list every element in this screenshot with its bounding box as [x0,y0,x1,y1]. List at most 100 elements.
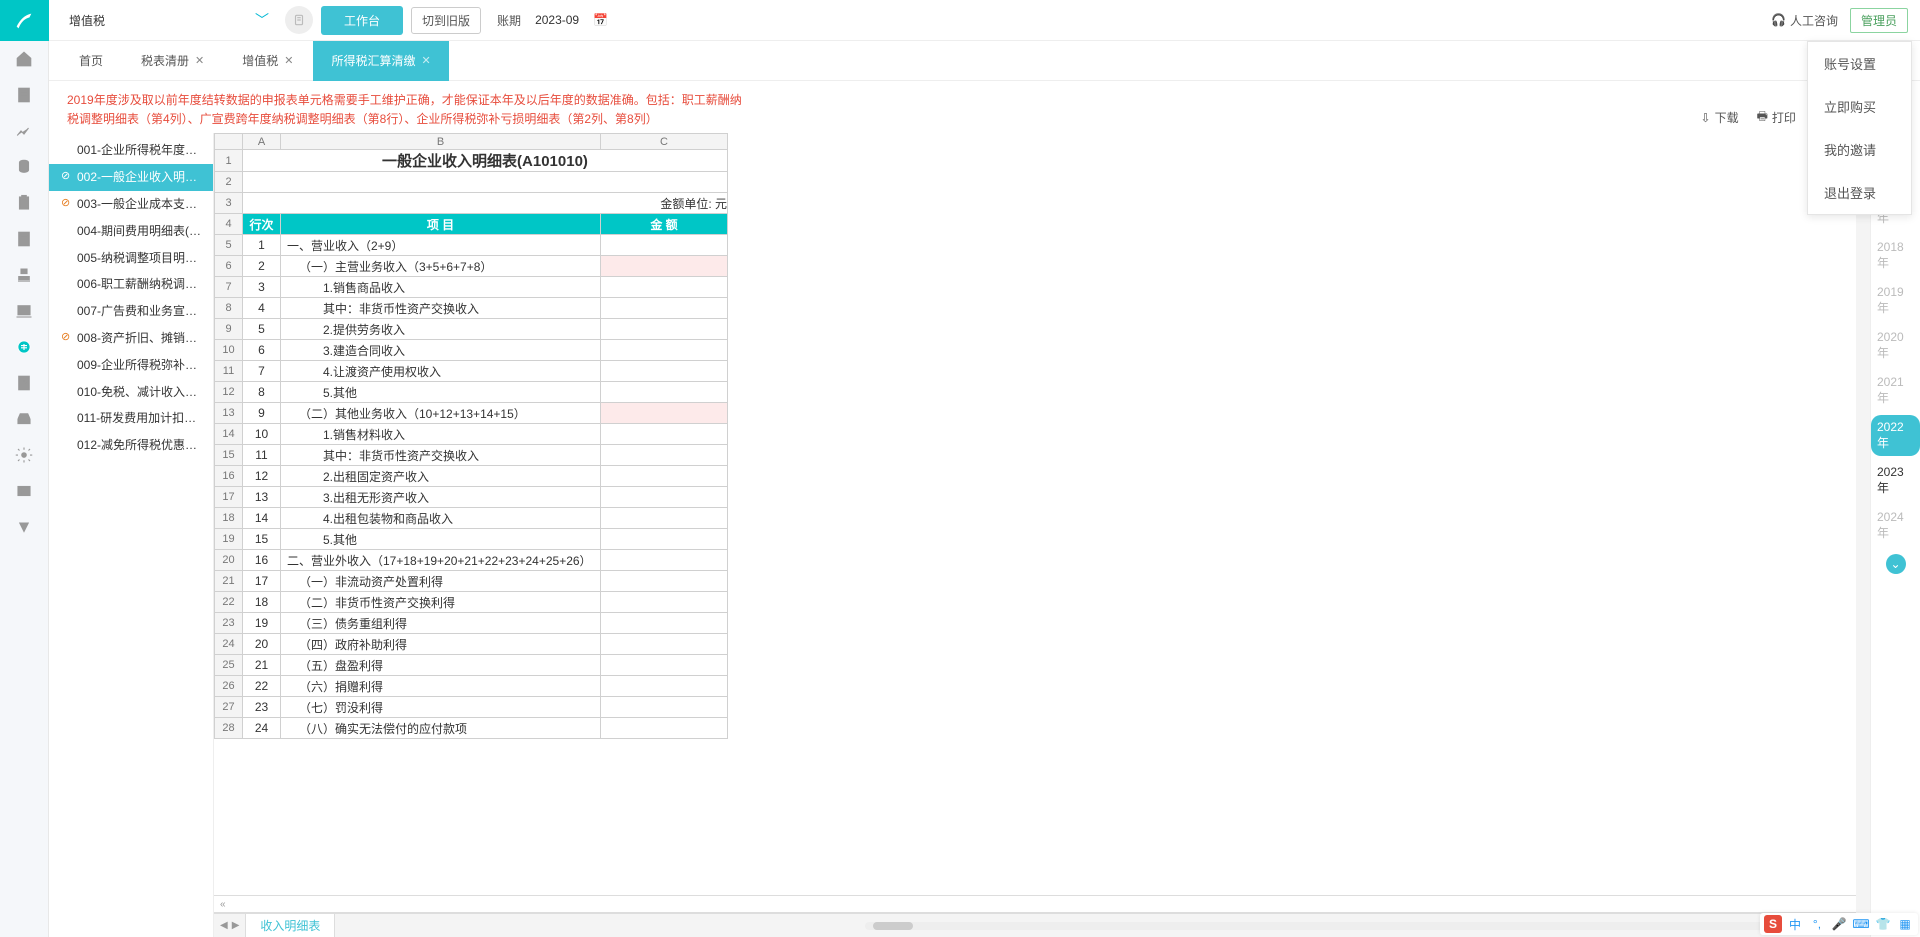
module-name: 增值税 [69,12,105,29]
dropdown-logout[interactable]: 退出登录 [1808,171,1911,214]
table-row[interactable]: 2319（三）债务重组利得 [215,613,728,634]
close-icon[interactable]: ✕ [284,54,293,67]
tree-item-10[interactable]: 011-研发费用加计扣除优惠... [49,405,213,432]
tree-item-5[interactable]: 006-职工薪酬纳税调整明细... [49,271,213,298]
nav-screen-icon[interactable] [0,293,49,329]
year-2019年[interactable]: 2019年 [1871,280,1920,321]
tab-3[interactable]: 所得税汇算清缴✕ [313,41,448,81]
tree-item-6[interactable]: 007-广告费和业务宣传费跨... [49,298,213,325]
download-button[interactable]: ⇩下载 [1701,107,1739,128]
warning-icon: ⊘ [61,196,70,211]
tree-item-3[interactable]: 004-期间费用明细表(A1040... [49,218,213,245]
table-row[interactable]: 952.提供劳务收入 [215,319,728,340]
year-2018年[interactable]: 2018年 [1871,235,1920,276]
table-row[interactable]: 2521（五）盘盈利得 [215,655,728,676]
nav-settings-icon[interactable] [0,437,49,473]
form-tree: 001-企业所得税年度纳税申...⊘002-一般企业收入明细表(A1...⊘00… [49,133,214,937]
vertical-scrollbar[interactable] [1856,133,1870,937]
admin-button[interactable]: 管理员 [1850,8,1908,33]
table-row[interactable]: 139（二）其他业务收入（10+12+13+14+15） [215,403,728,424]
table-row[interactable]: 16122.出租固定资产收入 [215,466,728,487]
dropdown-my-invites[interactable]: 我的邀请 [1808,128,1911,171]
ime-logo-icon[interactable]: S [1764,915,1782,933]
table-row[interactable]: 1174.让渡资产使用权收入 [215,361,728,382]
nav-v-icon[interactable] [0,509,49,545]
nav-home-icon[interactable] [0,41,49,77]
table-row[interactable]: 51一、营业收入（2+9） [215,235,728,256]
tree-item-4[interactable]: 005-纳税调整项目明细表(A1... [49,245,213,272]
consult-link[interactable]: 🎧 人工咨询 [1771,12,1838,29]
period-value[interactable]: 2023-09 [535,13,579,27]
table-row[interactable]: 19155.其他 [215,529,728,550]
table-row[interactable]: 17133.出租无形资产收入 [215,487,728,508]
dropdown-buy-now[interactable]: 立即购买 [1808,85,1911,128]
tree-item-9[interactable]: 010-免税、减计收入及加计... [49,379,213,406]
module-selector[interactable]: 增值税 ﹀ [61,10,277,30]
app-logo[interactable] [0,0,49,41]
close-icon[interactable]: ✕ [195,54,204,67]
table-row[interactable]: 84其中：非货币性资产交换收入 [215,298,728,319]
ime-keyboard-icon[interactable]: ⌨ [1852,915,1870,933]
tree-item-1[interactable]: ⊘002-一般企业收入明细表(A1... [49,164,213,191]
ime-skin-icon[interactable]: 👕 [1874,915,1892,933]
print-icon: 🖶 [1757,107,1768,128]
year-2024年[interactable]: 2024年 [1871,505,1920,546]
workbench-button[interactable]: 工作台 [321,6,403,35]
ime-mic-icon[interactable]: 🎤 [1830,915,1848,933]
horizontal-scrollbar[interactable] [335,914,1856,937]
nav-calc-icon[interactable] [0,221,49,257]
nav-tax-icon[interactable] [0,329,49,365]
table-row[interactable]: 14101.销售材料收入 [215,424,728,445]
calendar-icon[interactable]: 📅 [593,13,608,27]
old-version-button[interactable]: 切到旧版 [411,7,481,34]
table-row[interactable]: 2218（二）非货币性资产交换利得 [215,592,728,613]
table-row[interactable]: 1511其中：非货币性资产交换收入 [215,445,728,466]
dropdown-account-settings[interactable]: 账号设置 [1808,42,1911,85]
table-row[interactable]: 2723（七）罚没利得 [215,697,728,718]
table-row[interactable]: 2824（八）确实无法偿付的应付款项 [215,718,728,739]
nav-doc-icon[interactable] [0,77,49,113]
headset-icon: 🎧 [1771,13,1786,27]
nav-export-icon[interactable] [0,365,49,401]
tree-item-0[interactable]: 001-企业所得税年度纳税申... [49,137,213,164]
tree-item-7[interactable]: ⊘008-资产折旧、摊销及纳税... [49,325,213,352]
table-row[interactable]: 2016二、营业外收入（17+18+19+20+21+22+23+24+25+2… [215,550,728,571]
record-icon[interactable] [285,6,313,34]
year-2021年[interactable]: 2021年 [1871,370,1920,411]
tab-0[interactable]: 首页 [61,41,121,81]
table-row[interactable]: 1285.其他 [215,382,728,403]
table-row[interactable]: 1063.建造合同收入 [215,340,728,361]
year-2020年[interactable]: 2020年 [1871,325,1920,366]
table-row[interactable]: 2117（一）非流动资产处置利得 [215,571,728,592]
formula-bar-collapse[interactable]: « [214,895,1856,913]
sheet-tab-nav[interactable]: ◀▶ [214,914,246,937]
tab-1[interactable]: 税表清册✕ [123,41,222,81]
chevron-down-icon: ﹀ [255,10,269,30]
year-2022年[interactable]: 2022年 [1871,415,1920,456]
table-row[interactable]: 731.销售商品收入 [215,277,728,298]
tree-item-2[interactable]: ⊘003-一般企业成本支出明细... [49,191,213,218]
nav-inbox-icon[interactable] [0,401,49,437]
nav-chart-icon[interactable] [0,113,49,149]
nav-clipboard-icon[interactable] [0,185,49,221]
tab-2[interactable]: 增值税✕ [224,41,311,81]
tree-item-8[interactable]: 009-企业所得税弥补亏损明... [49,352,213,379]
spreadsheet[interactable]: ABC1一般企业收入明细表(A101010)23金额单位: 元4行次项 目金 额… [214,133,1856,895]
ime-toolbar[interactable]: S 中 °, 🎤 ⌨ 👕 ▦ [1760,913,1918,935]
nav-video-icon[interactable] [0,473,49,509]
table-row[interactable]: 2622（六）捐赠利得 [215,676,728,697]
print-button[interactable]: 🖶打印 [1757,107,1796,128]
year-more-icon[interactable]: ⌄ [1886,554,1906,574]
table-row[interactable]: 18144.出租包装物和商品收入 [215,508,728,529]
nav-money-icon[interactable] [0,149,49,185]
table-row[interactable]: 62（一）主营业务收入（3+5+6+7+8） [215,256,728,277]
close-icon[interactable]: ✕ [422,54,431,67]
nav-stamp-icon[interactable] [0,257,49,293]
ime-lang-button[interactable]: 中 [1786,915,1804,933]
year-2023年[interactable]: 2023年 [1871,460,1920,501]
sheet-tab[interactable]: 收入明细表 [246,914,335,937]
ime-punct-icon[interactable]: °, [1808,915,1826,933]
tree-item-11[interactable]: 012-减免所得税优惠明细表(... [49,432,213,459]
ime-toolbox-icon[interactable]: ▦ [1896,915,1914,933]
table-row[interactable]: 2420（四）政府补助利得 [215,634,728,655]
